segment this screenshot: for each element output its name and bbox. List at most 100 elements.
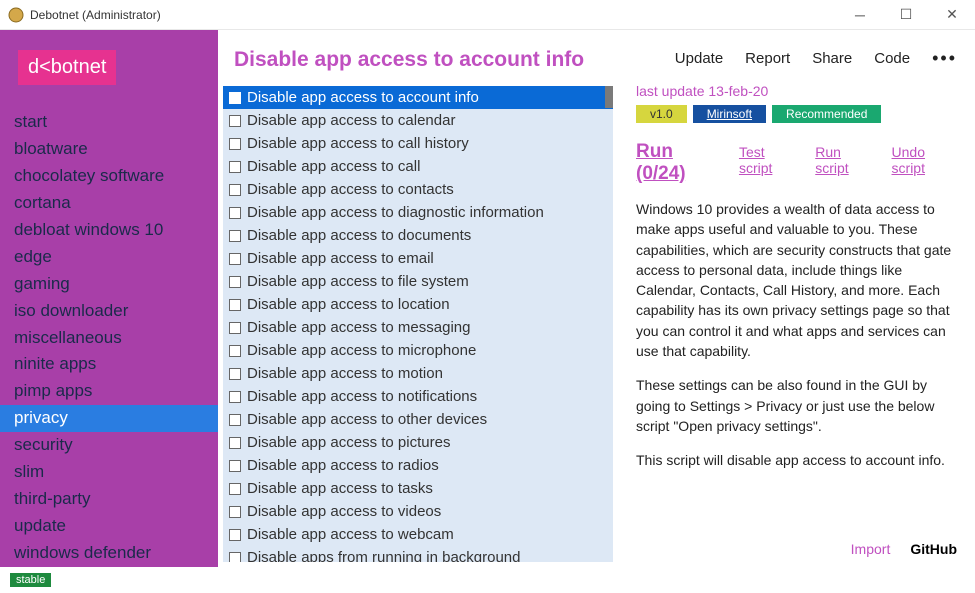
checkbox[interactable] <box>229 115 241 127</box>
list-item[interactable]: Disable app access to videos <box>223 500 613 523</box>
sidebar-item-bloatware[interactable]: bloatware <box>0 136 218 163</box>
scrollbar-thumb[interactable] <box>605 86 613 108</box>
desc-para-1: Windows 10 provides a wealth of data acc… <box>636 199 957 361</box>
checkbox[interactable] <box>229 253 241 265</box>
list-item[interactable]: Disable app access to email <box>223 247 613 270</box>
sidebar-item-miscellaneous[interactable]: miscellaneous <box>0 325 218 352</box>
menu-more-icon[interactable]: ••• <box>932 48 957 69</box>
import-link[interactable]: Import <box>851 541 891 557</box>
checkbox[interactable] <box>229 345 241 357</box>
list-item-label: Disable app access to tasks <box>247 478 433 499</box>
menu-report[interactable]: Report <box>745 50 790 67</box>
checkbox[interactable] <box>229 161 241 173</box>
list-item-label: Disable app access to account info <box>247 87 479 108</box>
list-item[interactable]: Disable app access to motion <box>223 362 613 385</box>
sidebar-item-privacy[interactable]: privacy <box>0 405 218 432</box>
list-item[interactable]: Disable app access to contacts <box>223 178 613 201</box>
list-item[interactable]: Disable app access to call history <box>223 132 613 155</box>
list-item[interactable]: Disable app access to notifications <box>223 385 613 408</box>
list-item[interactable]: Disable app access to pictures <box>223 431 613 454</box>
sidebar-item-debloat-windows-10[interactable]: debloat windows 10 <box>0 217 218 244</box>
checkbox-list[interactable]: Disable app access to account infoDisabl… <box>223 86 613 562</box>
middle-panel: Disable app access to account info Disab… <box>218 30 618 567</box>
list-item-label: Disable app access to calendar <box>247 110 455 131</box>
list-item[interactable]: Disable app access to location <box>223 293 613 316</box>
menu-update[interactable]: Update <box>675 50 723 67</box>
menu-code[interactable]: Code <box>874 50 910 67</box>
sidebar-item-slim[interactable]: slim <box>0 459 218 486</box>
sidebar-item-windows-defender[interactable]: windows defender <box>0 540 218 567</box>
checkbox[interactable] <box>229 483 241 495</box>
sidebar-item-ninite-apps[interactable]: ninite apps <box>0 351 218 378</box>
list-item[interactable]: Disable app access to messaging <box>223 316 613 339</box>
list-item[interactable]: Disable app access to calendar <box>223 109 613 132</box>
sidebar-item-gaming[interactable]: gaming <box>0 271 218 298</box>
author-badge[interactable]: Mirinsoft <box>693 105 766 123</box>
sidebar-item-cortana[interactable]: cortana <box>0 190 218 217</box>
top-menu: Update Report Share Code ••• <box>636 30 957 83</box>
undo-script-link[interactable]: Undo script <box>892 144 957 176</box>
list-item-label: Disable app access to other devices <box>247 409 487 430</box>
sidebar-item-start[interactable]: start <box>0 109 218 136</box>
list-item-label: Disable app access to call history <box>247 133 469 154</box>
checkbox[interactable] <box>229 529 241 541</box>
list-item-label: Disable app access to email <box>247 248 434 269</box>
checkbox[interactable] <box>229 184 241 196</box>
list-item[interactable]: Disable app access to tasks <box>223 477 613 500</box>
list-item[interactable]: Disable app access to documents <box>223 224 613 247</box>
minimize-button[interactable]: ─ <box>837 0 883 30</box>
desc-para-3: This script will disable app access to a… <box>636 450 957 470</box>
run-row: Run (0/24) Test script Run script Undo s… <box>636 141 957 185</box>
maximize-button[interactable]: ☐ <box>883 0 929 30</box>
checkbox[interactable] <box>229 552 241 563</box>
list-item[interactable]: Disable app access to file system <box>223 270 613 293</box>
list-item[interactable]: Disable app access to other devices <box>223 408 613 431</box>
checkbox[interactable] <box>229 322 241 334</box>
checkbox[interactable] <box>229 230 241 242</box>
list-item[interactable]: Disable app access to call <box>223 155 613 178</box>
middle-header: Disable app access to account info <box>218 30 618 86</box>
checkbox[interactable] <box>229 276 241 288</box>
run-script-link[interactable]: Run script <box>815 144 873 176</box>
list-item[interactable]: Disable app access to radios <box>223 454 613 477</box>
list-item[interactable]: Disable app access to webcam <box>223 523 613 546</box>
sidebar-item-update[interactable]: update <box>0 513 218 540</box>
test-script-link[interactable]: Test script <box>739 144 797 176</box>
list-item[interactable]: Disable app access to account info <box>223 86 613 109</box>
sidebar-item-iso-downloader[interactable]: iso downloader <box>0 298 218 325</box>
sidebar-item-third-party[interactable]: third-party <box>0 486 218 513</box>
status-badge: Recommended <box>772 105 881 123</box>
list-item-label: Disable app access to motion <box>247 363 443 384</box>
checkbox[interactable] <box>229 414 241 426</box>
checkbox[interactable] <box>229 391 241 403</box>
checkbox[interactable] <box>229 506 241 518</box>
menu-share[interactable]: Share <box>812 50 852 67</box>
close-button[interactable]: ✕ <box>929 0 975 30</box>
app-icon <box>8 7 24 23</box>
stable-badge: stable <box>10 573 51 587</box>
github-link[interactable]: GitHub <box>910 541 957 557</box>
list-item[interactable]: Disable app access to diagnostic informa… <box>223 201 613 224</box>
checkbox[interactable] <box>229 92 241 104</box>
list-item-label: Disable app access to diagnostic informa… <box>247 202 544 223</box>
checkbox[interactable] <box>229 368 241 380</box>
checkbox[interactable] <box>229 138 241 150</box>
list-item-label: Disable app access to messaging <box>247 317 470 338</box>
checkbox[interactable] <box>229 437 241 449</box>
checkbox[interactable] <box>229 299 241 311</box>
checkbox[interactable] <box>229 207 241 219</box>
sidebar-item-pimp-apps[interactable]: pimp apps <box>0 378 218 405</box>
list-item[interactable]: Disable app access to microphone <box>223 339 613 362</box>
sidebar-item-edge[interactable]: edge <box>0 244 218 271</box>
sidebar-item-security[interactable]: security <box>0 432 218 459</box>
run-button[interactable]: Run (0/24) <box>636 141 721 185</box>
version-text: 0.7.8 <box>57 574 81 586</box>
sidebar-item-chocolatey-software[interactable]: chocolatey software <box>0 163 218 190</box>
list-item-label: Disable app access to location <box>247 294 450 315</box>
sidebar: d<botnet startbloatwarechocolatey softwa… <box>0 30 218 567</box>
window-controls: ─ ☐ ✕ <box>837 0 975 30</box>
checkbox[interactable] <box>229 460 241 472</box>
last-update-text: last update 13-feb-20 <box>636 83 957 99</box>
list-item-label: Disable app access to contacts <box>247 179 454 200</box>
list-item[interactable]: Disable apps from running in background <box>223 546 613 562</box>
